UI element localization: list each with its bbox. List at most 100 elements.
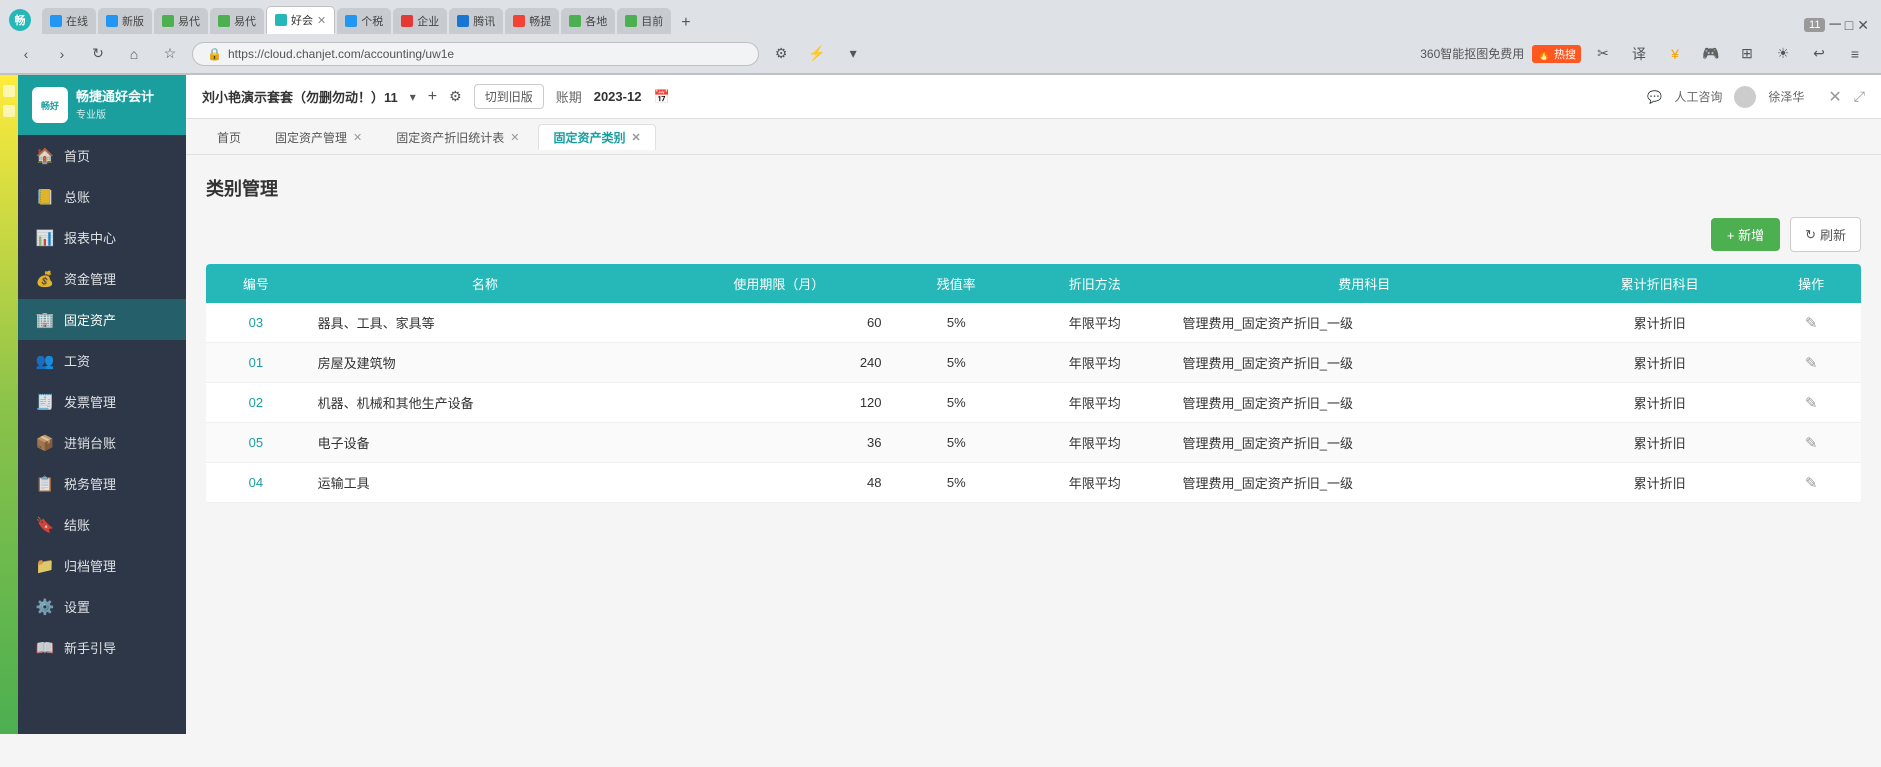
address-bar[interactable]: 🔒 https://cloud.chanjet.com/accounting/u… — [192, 42, 759, 66]
window-close-icon[interactable]: ✕ — [1828, 87, 1841, 107]
site-info-button[interactable]: ⚙ — [767, 40, 795, 68]
edit-button[interactable]: ✎ — [1805, 354, 1818, 372]
sidebar-item-payroll[interactable]: 👥 工资 — [18, 340, 186, 381]
archive-icon: 📁 — [36, 557, 54, 575]
table-row: 01 房屋及建筑物 240 5% 年限平均 管理费用_固定资产折旧_一级 累计折… — [206, 343, 1861, 383]
browser-tab[interactable]: 各地 — [561, 8, 615, 34]
cell-actions[interactable]: ✎ — [1761, 423, 1861, 463]
add-company-button[interactable]: + — [428, 88, 437, 106]
payroll-icon: 👥 — [36, 352, 54, 370]
edit-button[interactable]: ✎ — [1805, 314, 1818, 332]
browser-tab[interactable]: 目前 — [617, 8, 671, 34]
home-button[interactable]: ⌂ — [120, 40, 148, 68]
switch-version-button[interactable]: 切到旧版 — [474, 84, 544, 109]
cell-expense: 管理费用_固定资产折旧_一级 — [1171, 303, 1558, 343]
browser-tab[interactable]: 新版 — [98, 8, 152, 34]
close-window-button[interactable]: ✕ — [1857, 17, 1869, 34]
sidebar-item-guide[interactable]: 📖 新手引导 — [18, 627, 186, 668]
col-header-expense: 费用科目 — [1171, 264, 1558, 303]
sidebar-item-invoices[interactable]: 🧾 发票管理 — [18, 381, 186, 422]
browser-tab[interactable]: 个税 — [337, 8, 391, 34]
support-label[interactable]: 人工咨询 — [1674, 88, 1722, 105]
cell-actions[interactable]: ✎ — [1761, 343, 1861, 383]
menu-button[interactable]: ≡ — [1841, 40, 1869, 68]
edit-button[interactable]: ✎ — [1805, 434, 1818, 452]
new-tab-button[interactable]: + — [677, 12, 694, 34]
browser-tab[interactable]: 腾讯 — [449, 8, 503, 34]
support-icon: 💬 — [1647, 90, 1662, 104]
cell-code: 01 — [206, 343, 306, 383]
sidebar-label: 首页 — [64, 146, 90, 165]
window-expand-icon[interactable]: ⤢ — [1854, 88, 1865, 105]
settings-company-button[interactable]: ⚙ — [449, 88, 462, 105]
forward-button[interactable]: › — [48, 40, 76, 68]
sidebar-item-fixed-assets[interactable]: 🏢 固定资产 — [18, 299, 186, 340]
sidebar-item-closing[interactable]: 🔖 结账 — [18, 504, 186, 545]
cell-code: 05 — [206, 423, 306, 463]
tab-close-icon[interactable]: ✕ — [317, 14, 326, 27]
browser-tab[interactable]: 企业 — [393, 8, 447, 34]
browser-tab[interactable]: 易代 — [154, 8, 208, 34]
browser-tab-active[interactable]: 好会 ✕ — [266, 6, 335, 34]
page-tabs-bar: 首页 固定资产管理 ✕ 固定资产折旧统计表 ✕ 固定资产类别 ✕ — [186, 119, 1881, 155]
sidebar-label: 资金管理 — [64, 269, 116, 288]
page-tab-asset-mgmt[interactable]: 固定资产管理 ✕ — [260, 124, 377, 150]
cell-accumulated: 累计折旧 — [1558, 303, 1761, 343]
calendar-icon[interactable]: 📅 — [653, 89, 669, 105]
reload-button[interactable]: ↻ — [84, 40, 112, 68]
tab-label: 各地 — [585, 13, 607, 29]
wallet-button[interactable]: ¥ — [1661, 40, 1689, 68]
add-category-button[interactable]: + 新增 — [1711, 218, 1780, 251]
page-tab-home[interactable]: 首页 — [202, 124, 256, 150]
sidebar-item-home[interactable]: 🏠 首页 — [18, 135, 186, 176]
tab-close-icon[interactable]: ✕ — [353, 131, 362, 144]
browser-tab[interactable]: 在线 — [42, 8, 96, 34]
col-header-code: 编号 — [206, 264, 306, 303]
refresh-button[interactable]: ↻ 刷新 — [1790, 217, 1861, 252]
cell-accumulated: 累计折旧 — [1558, 343, 1761, 383]
edit-button[interactable]: ✎ — [1805, 474, 1818, 492]
boost-button[interactable]: ⚡ — [803, 40, 831, 68]
dropdown-company-button[interactable]: ▾ — [410, 90, 416, 104]
sidebar-item-settings[interactable]: ⚙️ 设置 — [18, 586, 186, 627]
period-value: 2023-12 — [594, 89, 642, 104]
reports-icon: 📊 — [36, 229, 54, 247]
cell-period: 120 — [664, 383, 893, 423]
cell-code: 04 — [206, 463, 306, 503]
edit-button[interactable]: ✎ — [1805, 394, 1818, 412]
cell-name: 运输工具 — [306, 463, 665, 503]
sidebar-item-funds[interactable]: 💰 资金管理 — [18, 258, 186, 299]
undo-button[interactable]: ↩ — [1805, 40, 1833, 68]
bookmark-button[interactable]: ☆ — [156, 40, 184, 68]
grid-button[interactable]: ⊞ — [1733, 40, 1761, 68]
tab-label: 在线 — [66, 13, 88, 29]
translate-button[interactable]: 译 — [1625, 40, 1653, 68]
page-tab-depreciation[interactable]: 固定资产折旧统计表 ✕ — [381, 124, 534, 150]
back-button[interactable]: ‹ — [12, 40, 40, 68]
cell-actions[interactable]: ✎ — [1761, 303, 1861, 343]
page-tab-category[interactable]: 固定资产类别 ✕ — [538, 124, 655, 150]
sidebar-item-inventory[interactable]: 📦 进销台账 — [18, 422, 186, 463]
settings-icon[interactable]: ☀ — [1769, 40, 1797, 68]
tab-label: 易代 — [178, 13, 200, 29]
sidebar-item-reports[interactable]: 📊 报表中心 — [18, 217, 186, 258]
cell-period: 48 — [664, 463, 893, 503]
cut-icon[interactable]: ✂ — [1589, 40, 1617, 68]
tab-label: 首页 — [217, 129, 241, 146]
sidebar-item-archive[interactable]: 📁 归档管理 — [18, 545, 186, 586]
dropdown-button[interactable]: ▾ — [839, 40, 867, 68]
sidebar-item-tax[interactable]: 📋 税务管理 — [18, 463, 186, 504]
browser-tab[interactable]: 畅提 — [505, 8, 559, 34]
game-button[interactable]: 🎮 — [1697, 40, 1725, 68]
fixed-assets-icon: 🏢 — [36, 311, 54, 329]
tab-close-icon[interactable]: ✕ — [510, 131, 519, 144]
category-table: 编号 名称 使用期限（月） 残值率 折旧方法 费用科目 累计折旧科目 操作 03… — [206, 264, 1861, 503]
sidebar-item-ledger[interactable]: 📒 总账 — [18, 176, 186, 217]
tab-close-icon[interactable]: ✕ — [632, 131, 641, 144]
maximize-button[interactable]: □ — [1845, 17, 1853, 33]
browser-tab[interactable]: 易代 — [210, 8, 264, 34]
minimize-button[interactable]: ─ — [1829, 16, 1840, 34]
cell-actions[interactable]: ✎ — [1761, 463, 1861, 503]
cell-expense: 管理费用_固定资产折旧_一级 — [1171, 383, 1558, 423]
cell-actions[interactable]: ✎ — [1761, 383, 1861, 423]
